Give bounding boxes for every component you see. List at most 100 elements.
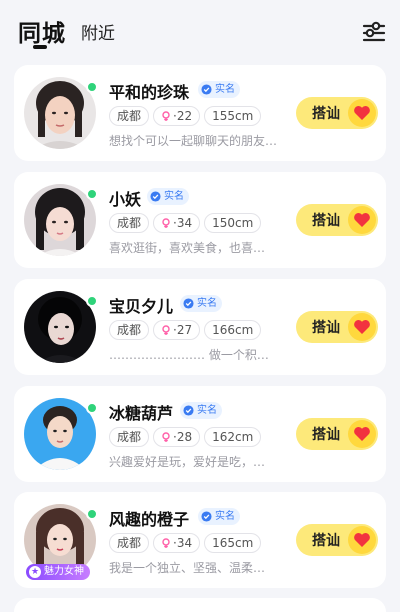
user-bio: …………………… 做一个积… — [109, 348, 269, 362]
greet-button[interactable]: 搭讪 — [296, 311, 378, 343]
star-icon: ★ — [29, 566, 41, 578]
tab-nearby[interactable]: 附近 — [81, 19, 115, 44]
verified-label: 实名 — [197, 298, 217, 309]
user-card-partial[interactable] — [14, 598, 386, 612]
age-tag: · 34 — [153, 213, 201, 233]
female-symbol-icon — [162, 432, 170, 442]
online-indicator — [86, 402, 98, 414]
greet-label: 搭讪 — [312, 213, 340, 229]
female-symbol-icon — [162, 325, 170, 335]
greet-label: 搭讪 — [312, 320, 340, 336]
city-tag: 成都 — [109, 427, 150, 447]
verified-badge: 实名 — [147, 188, 189, 205]
avatar-container[interactable] — [24, 291, 98, 363]
user-card[interactable]: 小妖 实名 成都 · 34 150cm 喜欢逛街，喜欢美食，也喜… 搭讪 — [14, 172, 386, 268]
age-tag: · 34 — [153, 533, 201, 553]
female-symbol-icon — [162, 218, 170, 228]
verified-shield-icon — [201, 511, 212, 522]
user-name[interactable]: 风趣的橙子 — [109, 506, 189, 530]
heart-badge — [348, 313, 376, 341]
user-tags: 成都 · 34 165cm — [109, 533, 262, 553]
heart-badge — [348, 206, 376, 234]
user-card[interactable]: 宝贝夕儿 实名 成都 · 27 166cm …………………… 做一个积… 搭讪 — [14, 279, 386, 375]
online-indicator — [86, 295, 98, 307]
user-card[interactable]: 平和的珍珠 实名 成都 · 22 155cm 想找个可以一起聊聊天的朋友… 搭讪 — [14, 65, 386, 161]
greet-button[interactable]: 搭讪 — [296, 97, 378, 129]
user-bio: 我是一个独立、坚强、温柔… — [109, 561, 266, 575]
user-name[interactable]: 平和的珍珠 — [109, 79, 189, 103]
user-bio: 兴趣爱好是玩，爱好是吃，… — [109, 455, 266, 469]
avatar-container[interactable] — [24, 77, 98, 149]
charm-label: 魅力女神 — [44, 566, 84, 577]
user-card[interactable]: 冰糖葫芦 实名 成都 · 28 162cm 兴趣爱好是玩，爱好是吃，… 搭讪 — [14, 386, 386, 482]
heart-icon — [354, 320, 370, 334]
avatar-container[interactable]: ★ 魅力女神 — [24, 504, 98, 580]
heart-icon — [354, 427, 370, 441]
height-tag: 150cm — [204, 213, 262, 233]
age-value: 28 — [176, 430, 193, 444]
user-bio: 喜欢逛街，喜欢美食，也喜… — [109, 241, 266, 255]
greet-button[interactable]: 搭讪 — [296, 204, 378, 236]
verified-shield-icon — [183, 405, 194, 416]
city-tag: 成都 — [109, 213, 150, 233]
filter-button[interactable] — [360, 20, 388, 44]
height-tag: 162cm — [204, 427, 262, 447]
user-card[interactable]: ★ 魅力女神 风趣的橙子 实名 成都 · 34 165cm 我是一个独立、坚强、温… — [14, 492, 386, 588]
height-tag: 165cm — [204, 533, 262, 553]
greet-button[interactable]: 搭讪 — [296, 418, 378, 450]
age-tag: · 27 — [153, 320, 201, 340]
avatar-container[interactable] — [24, 184, 98, 256]
city-tag: 成都 — [109, 533, 150, 553]
female-symbol-icon — [162, 111, 170, 121]
charm-badge: ★ 魅力女神 — [26, 564, 90, 580]
verified-badge: 实名 — [198, 81, 240, 98]
greet-label: 搭讪 — [312, 106, 340, 122]
online-indicator — [86, 508, 98, 520]
heart-icon — [354, 106, 370, 120]
heart-badge — [348, 526, 376, 554]
verified-badge: 实名 — [180, 402, 222, 419]
top-bar: 同城 附近 — [0, 0, 400, 62]
age-value: 27 — [176, 323, 193, 337]
verified-shield-icon — [183, 298, 194, 309]
user-tags: 成都 · 34 150cm — [109, 213, 262, 233]
user-tags: 成都 · 27 166cm — [109, 320, 262, 340]
age-value: 34 — [176, 536, 193, 550]
age-tag: · 22 — [153, 106, 201, 126]
user-name[interactable]: 宝贝夕儿 — [109, 293, 173, 317]
verified-badge: 实名 — [198, 508, 240, 525]
user-name[interactable]: 冰糖葫芦 — [109, 400, 173, 424]
heart-icon — [354, 213, 370, 227]
filter-sliders-icon — [362, 21, 386, 42]
age-tag: · 28 — [153, 427, 201, 447]
verified-label: 实名 — [215, 511, 235, 522]
age-value: 22 — [176, 109, 193, 123]
heart-icon — [354, 533, 370, 547]
verified-label: 实名 — [215, 84, 235, 95]
tab-active-indicator — [33, 45, 47, 49]
user-tags: 成都 · 28 162cm — [109, 427, 262, 447]
greet-label: 搭讪 — [312, 427, 340, 443]
verified-label: 实名 — [164, 191, 184, 202]
verified-label: 实名 — [197, 405, 217, 416]
avatar-container[interactable] — [24, 398, 98, 470]
verified-badge: 实名 — [180, 295, 222, 312]
user-bio: 想找个可以一起聊聊天的朋友… — [109, 134, 278, 148]
heart-badge — [348, 420, 376, 448]
greet-button[interactable]: 搭讪 — [296, 524, 378, 556]
tab-same-city[interactable]: 同城 — [18, 14, 66, 48]
city-tag: 成都 — [109, 320, 150, 340]
height-tag: 155cm — [204, 106, 262, 126]
female-symbol-icon — [162, 538, 170, 548]
user-tags: 成都 · 22 155cm — [109, 106, 262, 126]
greet-label: 搭讪 — [312, 533, 340, 549]
online-indicator — [86, 188, 98, 200]
verified-shield-icon — [150, 191, 161, 202]
online-indicator — [86, 81, 98, 93]
heart-badge — [348, 99, 376, 127]
user-name[interactable]: 小妖 — [109, 186, 141, 210]
city-tag: 成都 — [109, 106, 150, 126]
age-value: 34 — [176, 216, 193, 230]
verified-shield-icon — [201, 84, 212, 95]
height-tag: 166cm — [204, 320, 262, 340]
